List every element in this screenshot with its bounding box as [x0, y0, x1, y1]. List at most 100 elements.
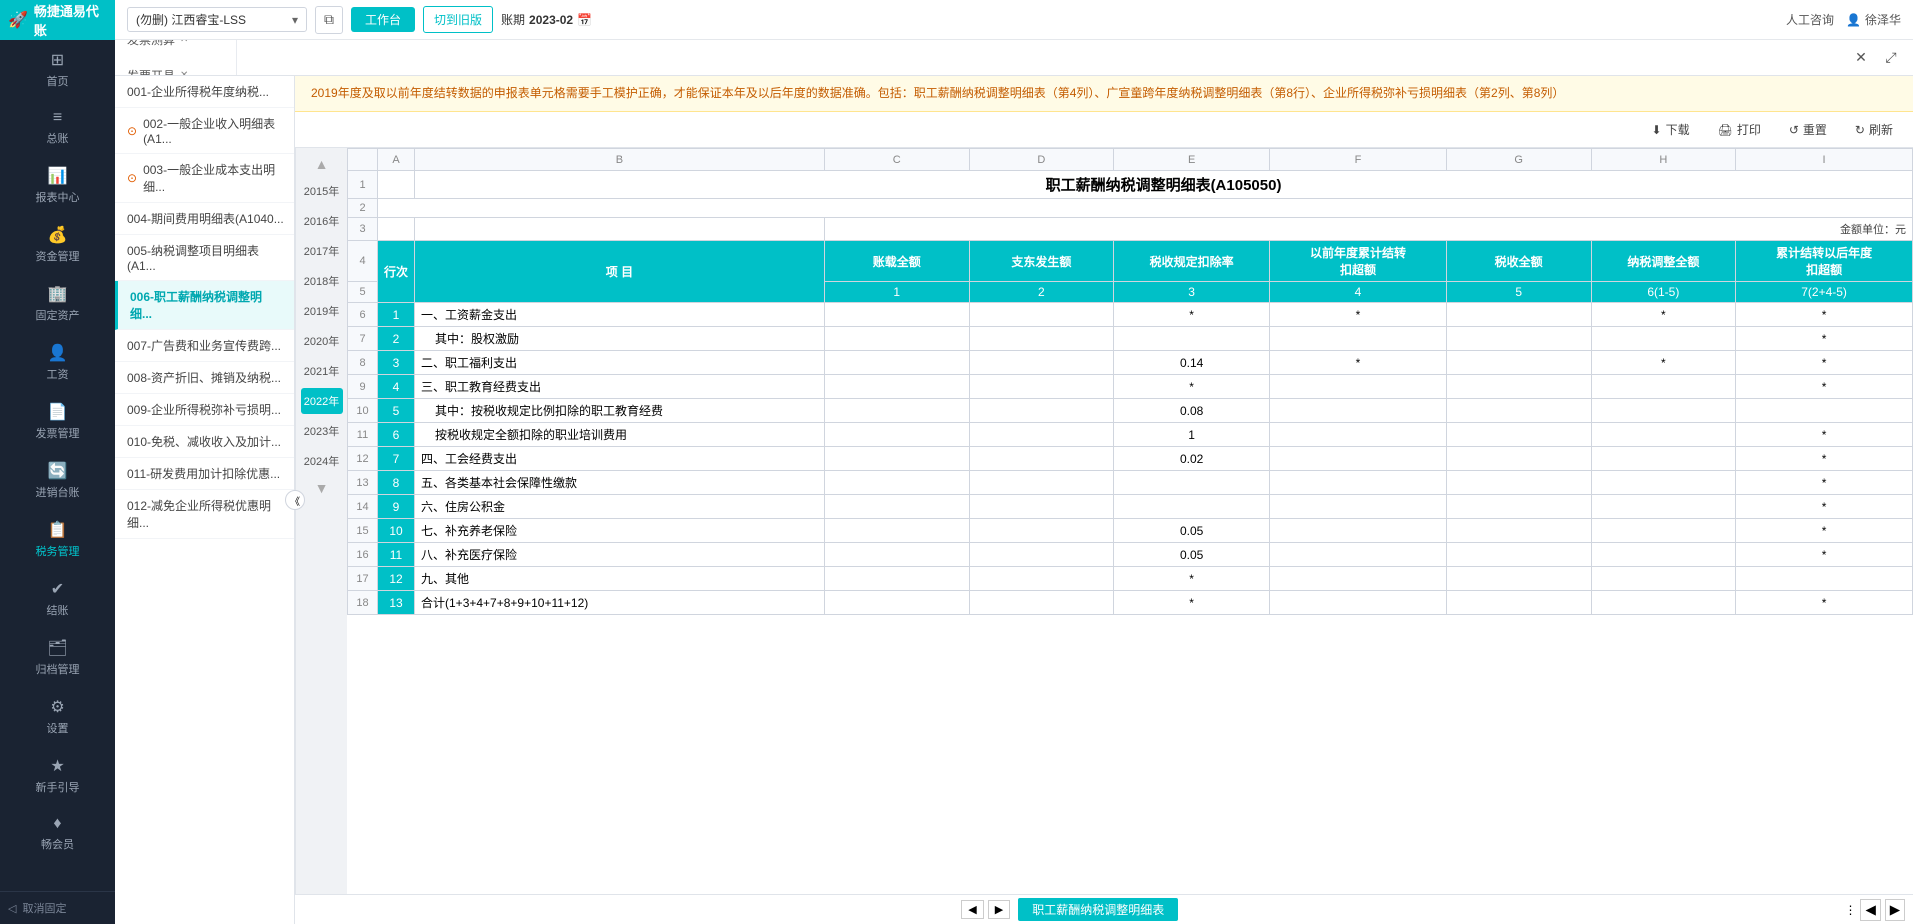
sidebar-item-settings[interactable]: ⚙设置 [0, 687, 115, 746]
leftnav-item-008[interactable]: 008-资产折旧、摊销及纳税... [115, 362, 294, 394]
leftnav-item-002[interactable]: ⊙002-一般企业收入明细表(A1... [115, 108, 294, 154]
spreadsheet-container[interactable]: A B C D E F G H I 1 [347, 148, 1913, 894]
year-btn-2021年[interactable]: 2021年 [301, 358, 343, 384]
sidebar-item-close_period[interactable]: ✔结账 [0, 569, 115, 628]
sidebar-label-fixed_assets: 固定资产 [36, 307, 80, 323]
year-btn-2023年[interactable]: 2023年 [301, 418, 343, 444]
year-btn-2015年[interactable]: 2015年 [301, 178, 343, 204]
sidebar-label-payroll: 工资 [47, 366, 69, 382]
leftnav-item-004[interactable]: 004-期间费用明细表(A1040... [115, 203, 294, 235]
download-button[interactable]: ⬇ 下载 [1644, 118, 1698, 141]
sidebar-item-fund_mgmt[interactable]: 💰资金管理 [0, 215, 115, 274]
leftnav-item-011[interactable]: 011-研发费用加计扣除优惠... [115, 458, 294, 490]
scroll-left-btn[interactable]: ◀ [961, 900, 983, 919]
sidebar-item-sales_purchase[interactable]: 🔄进销台账 [0, 451, 115, 510]
app-name: 畅捷通易代账 [34, 1, 107, 39]
year-btn-2020年[interactable]: 2020年 [301, 328, 343, 354]
table-row: 11 6 按税收规定全额扣除的职业培训费用 1 * [348, 423, 1913, 447]
reset-button[interactable]: ↺ 重置 [1781, 118, 1835, 141]
tab-label-invoice_calc: 发票测算 [127, 40, 175, 48]
sidebar-label-general_ledger: 总账 [47, 130, 69, 146]
leftnav-item-006[interactable]: 006-职工薪酬纳税调整明细... [115, 281, 294, 330]
year-btn-2016年[interactable]: 2016年 [301, 208, 343, 234]
year-down-arrow[interactable]: ▼ [311, 476, 333, 500]
print-button[interactable]: 🖨 打印 [1710, 118, 1769, 141]
leftnav-item-010[interactable]: 010-免税、减收收入及加计... [115, 426, 294, 458]
year-btn-2017年[interactable]: 2017年 [301, 238, 343, 264]
tab-expand[interactable]: ⤢ [1877, 44, 1905, 72]
leftnav-label-007: 007-广告费和业务宣传费跨... [127, 337, 281, 354]
refresh-button[interactable]: ↻ 刷新 [1847, 118, 1901, 141]
cancel-fixed-btn[interactable]: ◁ 取消固定 [0, 892, 115, 924]
workbench-button[interactable]: 工作台 [351, 7, 415, 32]
leftnav-item-012[interactable]: 012-减免企业所得税优惠明细... [115, 490, 294, 539]
company-selector[interactable]: (勿删) 江西睿宝-LSS ▾ [127, 7, 307, 32]
sidebar-item-payroll[interactable]: 👤 工资 [0, 333, 115, 392]
table-wrapper: ▲ 2015年 2016年 2017年 2018年 2019年 2020年 2021年 202… [295, 148, 1913, 894]
sidebar-item-report_center[interactable]: 📊 报表中心 [0, 156, 115, 215]
main-area: (勿删) 江西睿宝-LSS ▾ ⧉ 工作台 切到旧版 账期 2023-02 📅 … [115, 0, 1913, 924]
sidebar-label-fund_mgmt: 资金管理 [36, 248, 80, 264]
year-btn-2018年[interactable]: 2018年 [301, 268, 343, 294]
table-row: 8 3 二、职工福利支出 0.14 * * * [348, 351, 1913, 375]
copy-icon-btn[interactable]: ⧉ [315, 6, 343, 34]
scroll-right-btn[interactable]: ▶ [988, 900, 1010, 919]
company-dropdown-arrow: ▾ [292, 13, 298, 27]
sidebar-item-new_guide[interactable]: ★ 新手引导 [0, 746, 115, 805]
service-btn[interactable]: 人工咨询 [1786, 11, 1834, 28]
notice-text: 2019年度及取以前年度结转数据的申报表单元格需要手工模护正确，才能保证本年及以… [311, 86, 1564, 100]
sidebar-label-new_guide: 新手引导 [36, 779, 80, 795]
leftnav-item-005[interactable]: 005-纳税调整项目明细表(A1... [115, 235, 294, 281]
leftnav-item-001[interactable]: 001-企业所得税年度纳税... [115, 76, 294, 108]
sub-header-e: 3 [1114, 282, 1270, 303]
corner-cell [348, 149, 378, 171]
leftnav-item-007[interactable]: 007-广告费和业务宣传费跨... [115, 330, 294, 362]
year-btn-2022年[interactable]: 2022年 [301, 388, 343, 414]
table-row: 18 13 合计(1+3+4+7+8+9+10+11+12) * * [348, 591, 1913, 615]
table-row: 10 5 其中：按税收规定比例扣除的职工教育经费 0.08 [348, 399, 1913, 423]
report_center-icon: 📊 [48, 166, 68, 186]
payroll-icon: 👤 [48, 343, 68, 363]
sidebar-item-tax_mgmt[interactable]: 📋税务管理 [0, 510, 115, 569]
leftnav-label-010: 010-免税、减收收入及加计... [127, 433, 281, 450]
settings-icon: ⚙ [50, 697, 64, 717]
tab-invoice_calc[interactable]: 发票测算 ✕ [115, 40, 237, 58]
col-b-header: B [415, 149, 825, 171]
toolbar: ⬇ 下载 🖨 打印 ↺ 重置 ↻ 刷新 [295, 112, 1913, 148]
tab-close-all[interactable]: ✕ [1847, 44, 1875, 72]
sub-header-d: 2 [969, 282, 1114, 303]
year-btn-2024年[interactable]: 2024年 [301, 448, 343, 474]
sidebar-label-invoice_mgmt: 发票管理 [36, 425, 80, 441]
sheet-scroll-left[interactable]: ◀ [1860, 899, 1880, 921]
sidebar-item-general_ledger[interactable]: ≡总账 [0, 99, 115, 156]
sidebar-item-fixed_assets[interactable]: 🏢固定资产 [0, 274, 115, 333]
leftnav-item-009[interactable]: 009-企业所得税弥补亏损明... [115, 394, 294, 426]
sidebar-item-invoice_mgmt[interactable]: 📄发票管理 [0, 392, 115, 451]
year-btn-2019年[interactable]: 2019年 [301, 298, 343, 324]
tab-close-invoice_calc[interactable]: ✕ [180, 40, 188, 45]
tab-invoice_open[interactable]: 发票开具✕ [115, 58, 237, 77]
year-up-arrow[interactable]: ▲ [311, 152, 333, 176]
sheet-scroll-right[interactable]: ▶ [1885, 899, 1905, 921]
sub-header-c: 1 [824, 282, 969, 303]
leftnav-item-003[interactable]: ⊙003-一般企业成本支出明细... [115, 154, 294, 203]
sidebar-item-member[interactable]: ♦ 畅会员 [0, 805, 115, 862]
sheet-tab-职工薪酬纳税调整明细表[interactable]: 职工薪酬纳税调整明细表 [1018, 898, 1178, 921]
member-icon: ♦ [53, 815, 61, 833]
leftnav: 001-企业所得税年度纳税...⊙002-一般企业收入明细表(A1...⊙003… [115, 76, 295, 924]
old-version-button[interactable]: 切到旧版 [423, 6, 493, 33]
sidebar-item-home[interactable]: ⊞首页 [0, 40, 115, 99]
user-avatar[interactable]: 👤 徐泽华 [1846, 11, 1901, 28]
period-edit-icon[interactable]: 📅 [577, 13, 592, 27]
sidebar-item-archive[interactable]: 🗂归档管理 [0, 628, 115, 687]
sidebar-label-close_period: 结账 [47, 602, 69, 618]
download-icon: ⬇ [1652, 123, 1662, 137]
reset-icon: ↺ [1789, 123, 1799, 137]
sidebar-label-report_center: 报表中心 [36, 189, 80, 205]
leftnav-label-004: 004-期间费用明细表(A1040... [127, 210, 284, 227]
header-i: 累计结转以后年度扣超额 [1736, 241, 1913, 282]
new_guide-icon: ★ [50, 756, 64, 776]
sidebar-label-member: 畅会员 [41, 836, 74, 852]
collapse-button[interactable]: 《 [285, 490, 305, 510]
header-d: 支东发生额 [969, 241, 1114, 282]
